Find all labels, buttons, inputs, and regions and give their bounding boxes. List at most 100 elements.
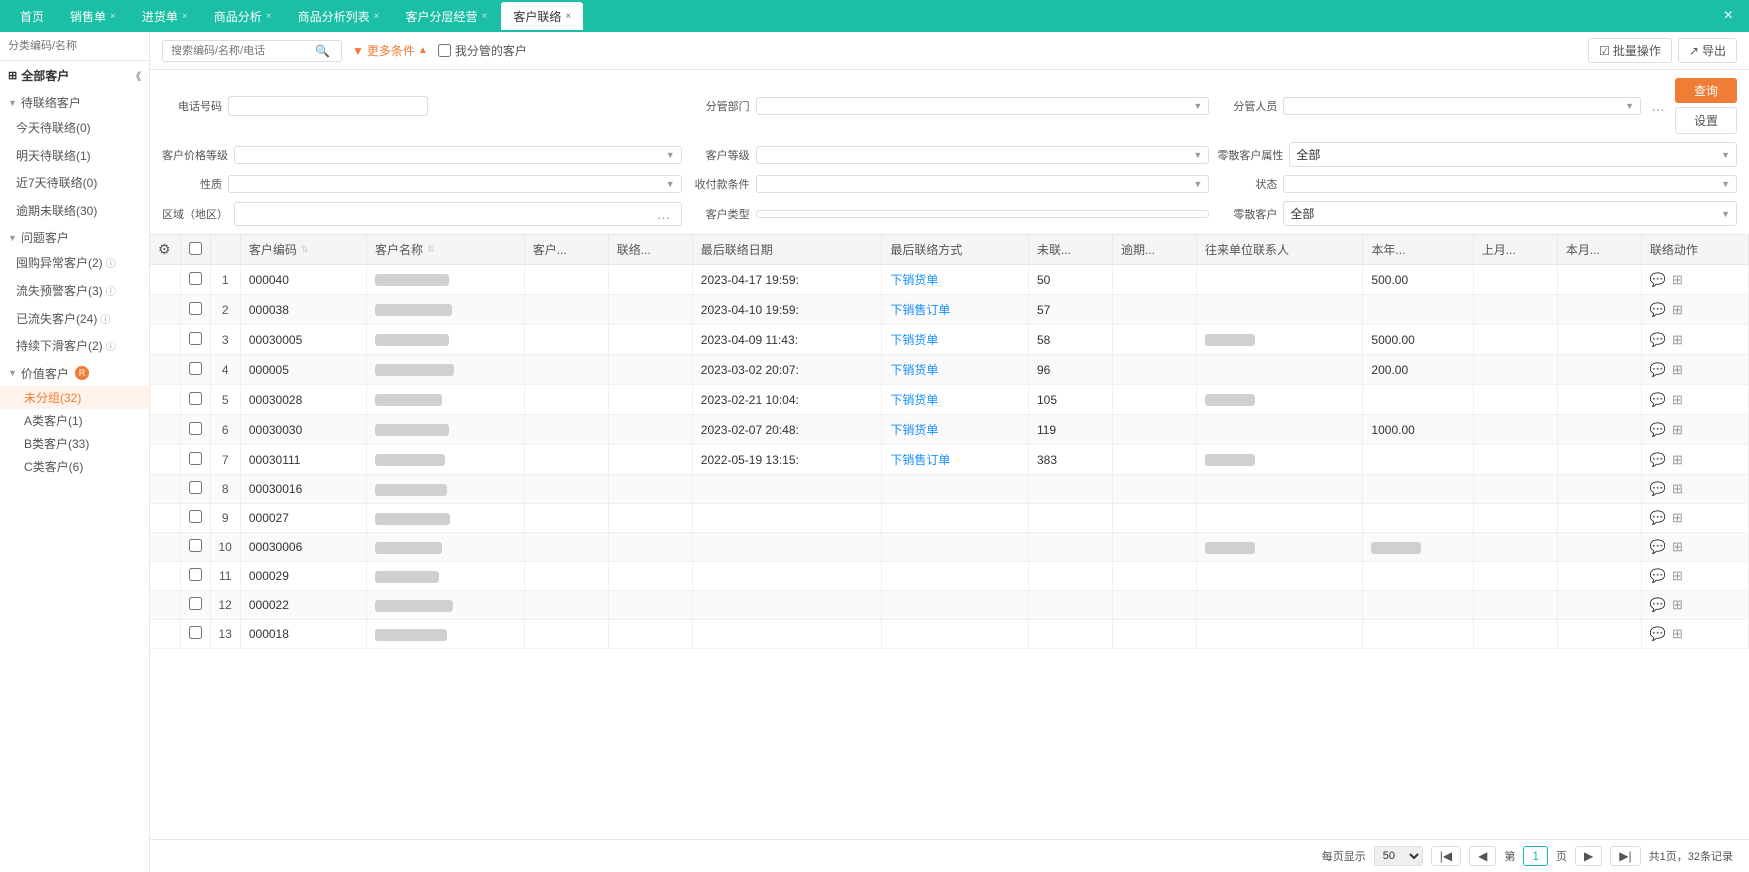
message-action-icon[interactable]: 💬 bbox=[1650, 302, 1666, 318]
grid-action-icon[interactable]: ⊞ bbox=[1672, 539, 1683, 555]
cell-checkbox[interactable] bbox=[180, 325, 210, 355]
retail-attr-select[interactable]: 全部 ▼ bbox=[1289, 142, 1737, 167]
message-action-icon[interactable]: 💬 bbox=[1650, 422, 1666, 438]
grid-action-icon[interactable]: ⊞ bbox=[1672, 626, 1683, 642]
message-action-icon[interactable]: 💬 bbox=[1650, 481, 1666, 497]
grid-action-icon[interactable]: ⊞ bbox=[1672, 452, 1683, 468]
nature-select[interactable]: ▼ bbox=[228, 175, 682, 193]
query-button[interactable]: 查询 bbox=[1675, 78, 1737, 103]
nav-tab-analysis-list-close[interactable]: × bbox=[374, 11, 380, 22]
message-action-icon[interactable]: 💬 bbox=[1650, 452, 1666, 468]
filter-search-box[interactable]: 🔍 bbox=[162, 40, 342, 62]
filter-more-conditions[interactable]: ▼ 更多条件 ▲ bbox=[352, 42, 428, 59]
grid-action-icon[interactable]: ⊞ bbox=[1672, 597, 1683, 613]
row-checkbox[interactable] bbox=[189, 539, 202, 552]
nav-tab-analysis[interactable]: 商品分析 × bbox=[202, 2, 284, 30]
my-customers-checkbox[interactable]: 我分管的客户 bbox=[438, 42, 527, 59]
last-method-link[interactable]: 下销货单 bbox=[890, 393, 938, 407]
nav-tab-analysis-list[interactable]: 商品分析列表 × bbox=[286, 2, 392, 30]
message-action-icon[interactable]: 💬 bbox=[1650, 539, 1666, 555]
grid-action-icon[interactable]: ⊞ bbox=[1672, 272, 1683, 288]
message-action-icon[interactable]: 💬 bbox=[1650, 597, 1666, 613]
my-customers-input[interactable] bbox=[438, 44, 451, 57]
price-level-select[interactable]: ▼ bbox=[234, 146, 682, 164]
message-action-icon[interactable]: 💬 bbox=[1650, 392, 1666, 408]
row-checkbox[interactable] bbox=[189, 332, 202, 345]
sidebar-search-input[interactable] bbox=[8, 40, 150, 52]
nav-tab-sales-close[interactable]: × bbox=[110, 11, 116, 22]
batch-operation-button[interactable]: ☑ 批量操作 bbox=[1588, 38, 1672, 63]
sidebar-item-class-b[interactable]: B类客户(33) bbox=[0, 432, 149, 455]
sidebar-collapse-icon[interactable]: 《 bbox=[131, 68, 141, 83]
table-settings-icon[interactable]: ⚙ bbox=[158, 241, 171, 257]
last-method-link[interactable]: 下销货单 bbox=[890, 273, 938, 287]
cell-checkbox[interactable] bbox=[180, 295, 210, 325]
person-more-icon[interactable]: … bbox=[1647, 98, 1669, 114]
row-checkbox[interactable] bbox=[189, 302, 202, 315]
row-checkbox[interactable] bbox=[189, 568, 202, 581]
row-checkbox[interactable] bbox=[189, 626, 202, 639]
row-checkbox[interactable] bbox=[189, 362, 202, 375]
last-method-link[interactable]: 下销货单 bbox=[890, 333, 938, 347]
cell-checkbox[interactable] bbox=[180, 533, 210, 562]
sidebar-item-today[interactable]: 今天待联络(0) bbox=[0, 115, 149, 143]
message-action-icon[interactable]: 💬 bbox=[1650, 332, 1666, 348]
sidebar-item-declining[interactable]: 持续下滑客户(2) ⓘ bbox=[0, 333, 149, 361]
grid-action-icon[interactable]: ⊞ bbox=[1672, 392, 1683, 408]
nav-tab-customer-contact-close[interactable]: × bbox=[565, 11, 571, 22]
grid-action-icon[interactable]: ⊞ bbox=[1672, 481, 1683, 497]
filter-search-input[interactable] bbox=[171, 45, 311, 57]
first-page-button[interactable]: |◀ bbox=[1431, 846, 1461, 866]
sidebar-item-tomorrow[interactable]: 明天待联络(1) bbox=[0, 143, 149, 171]
prev-page-button[interactable]: ◀ bbox=[1469, 846, 1496, 866]
cell-checkbox[interactable] bbox=[180, 591, 210, 620]
nav-tab-purchase[interactable]: 进货单 × bbox=[130, 2, 200, 30]
last-method-link[interactable]: 下销货单 bbox=[890, 363, 938, 377]
cell-checkbox[interactable] bbox=[180, 475, 210, 504]
last-method-link[interactable]: 下销售订单 bbox=[890, 303, 950, 317]
sidebar-item-class-a[interactable]: A类客户(1) bbox=[0, 409, 149, 432]
nav-tab-sales[interactable]: 销售单 × bbox=[58, 2, 128, 30]
person-select[interactable]: ▼ bbox=[1283, 97, 1641, 115]
dept-select[interactable]: ▼ bbox=[756, 97, 1210, 115]
customer-type-select[interactable] bbox=[756, 210, 1210, 218]
filter-search-icon[interactable]: 🔍 bbox=[315, 44, 330, 58]
cell-checkbox[interactable] bbox=[180, 504, 210, 533]
sidebar-item-overdue[interactable]: 逾期未联络(30) bbox=[0, 198, 149, 226]
cell-checkbox[interactable] bbox=[180, 355, 210, 385]
message-action-icon[interactable]: 💬 bbox=[1650, 272, 1666, 288]
cell-checkbox[interactable] bbox=[180, 562, 210, 591]
message-action-icon[interactable]: 💬 bbox=[1650, 568, 1666, 584]
row-checkbox[interactable] bbox=[189, 422, 202, 435]
row-checkbox[interactable] bbox=[189, 452, 202, 465]
sidebar-all-customers[interactable]: ⊞ 全部客户 《 bbox=[0, 61, 149, 90]
cell-checkbox[interactable] bbox=[180, 620, 210, 649]
sidebar-item-churned[interactable]: 已流失客户(24) ⓘ bbox=[0, 306, 149, 334]
last-method-link[interactable]: 下销售订单 bbox=[890, 453, 950, 467]
nav-close-button[interactable]: × bbox=[1716, 7, 1741, 25]
last-method-link[interactable]: 下销货单 bbox=[890, 423, 938, 437]
grid-action-icon[interactable]: ⊞ bbox=[1672, 302, 1683, 318]
cell-checkbox[interactable] bbox=[180, 265, 210, 295]
nav-tab-customer-layer-close[interactable]: × bbox=[481, 11, 487, 22]
sidebar-search-box[interactable]: 🔍 bbox=[0, 32, 149, 61]
cell-checkbox[interactable] bbox=[180, 445, 210, 475]
sidebar-item-abnormal[interactable]: 囤购异常客户(2) ⓘ bbox=[0, 250, 149, 278]
message-action-icon[interactable]: 💬 bbox=[1650, 510, 1666, 526]
select-all-checkbox[interactable] bbox=[189, 242, 202, 255]
last-page-button[interactable]: ▶| bbox=[1610, 846, 1640, 866]
status-select[interactable]: ▼ bbox=[1283, 175, 1737, 193]
grid-action-icon[interactable]: ⊞ bbox=[1672, 362, 1683, 378]
sidebar-value-group[interactable]: ▼ 价值客户 R bbox=[0, 361, 149, 386]
row-checkbox[interactable] bbox=[189, 392, 202, 405]
sidebar-item-ungrouped[interactable]: 未分组(32) bbox=[0, 386, 149, 409]
row-checkbox[interactable] bbox=[189, 481, 202, 494]
grid-action-icon[interactable]: ⊞ bbox=[1672, 510, 1683, 526]
row-checkbox[interactable] bbox=[189, 510, 202, 523]
nav-tab-analysis-close[interactable]: × bbox=[266, 11, 272, 22]
sidebar-pending-group[interactable]: ▼ 待联络客户 bbox=[0, 90, 149, 115]
row-checkbox[interactable] bbox=[189, 272, 202, 285]
grid-action-icon[interactable]: ⊞ bbox=[1672, 568, 1683, 584]
customer-level-select[interactable]: ▼ bbox=[756, 146, 1210, 164]
grid-action-icon[interactable]: ⊞ bbox=[1672, 422, 1683, 438]
